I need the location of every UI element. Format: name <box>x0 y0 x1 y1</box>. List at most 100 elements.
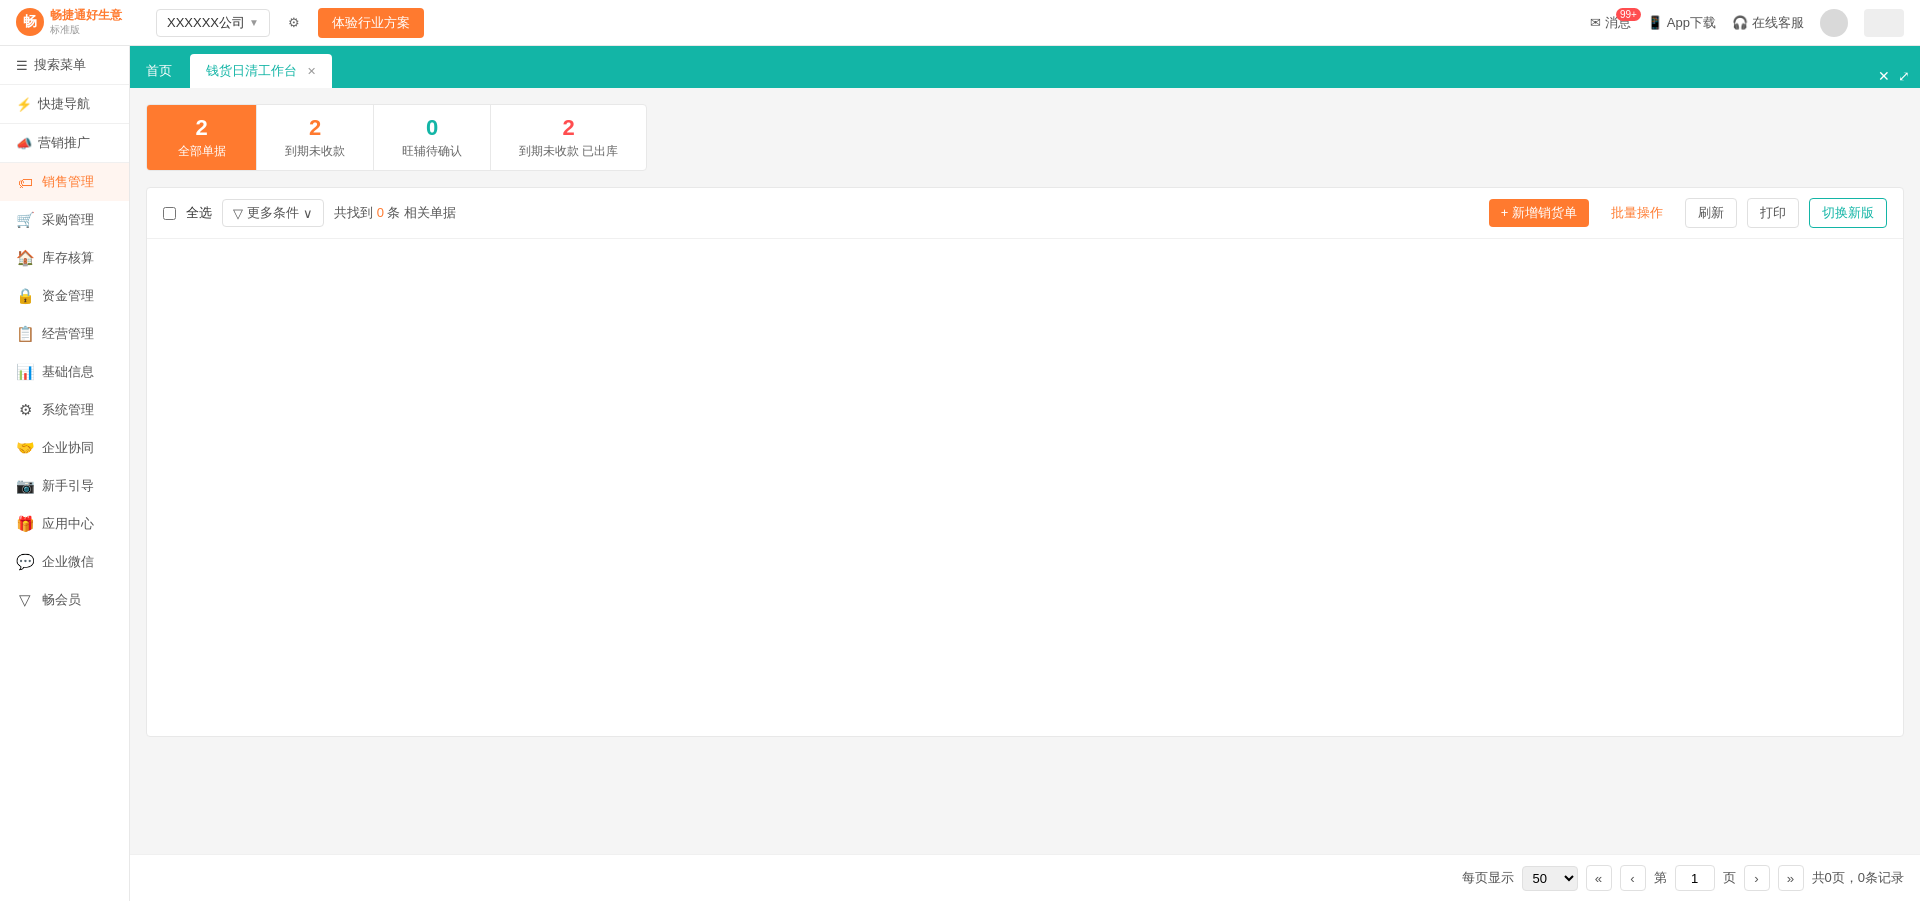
enterprise-icon: 🤝 <box>16 439 34 457</box>
sidebar-item-enterprise[interactable]: 🤝 企业协同 <box>0 429 129 467</box>
toolbar-left: 全选 ▽ 更多条件 ∨ 共找到 0 条 相关单据 <box>163 199 1477 227</box>
quick-nav-icon: ⚡ <box>16 97 32 112</box>
stats-tab-overdue[interactable]: 2 到期未收款 <box>257 105 374 170</box>
app-icon: 📱 <box>1647 15 1663 30</box>
logo-line2: 标准版 <box>50 23 122 37</box>
marketing-btn[interactable]: 📣 营销推广 <box>0 124 129 163</box>
page-label: 第 <box>1654 869 1667 887</box>
service-icon: 🎧 <box>1732 15 1748 30</box>
logo-line1: 畅捷通好生意 <box>50 8 122 22</box>
refresh-btn[interactable]: 刷新 <box>1685 198 1737 228</box>
chevron-icon: ∨ <box>303 206 313 221</box>
switch-version-btn[interactable]: 切换新版 <box>1809 198 1887 228</box>
apps-icon: 🎁 <box>16 515 34 533</box>
company-name: XXXXXX公司 <box>167 14 245 32</box>
sidebar-item-operations[interactable]: 📋 经营管理 <box>0 315 129 353</box>
sidebar-item-wechat[interactable]: 💬 企业微信 <box>0 543 129 581</box>
top-header: 畅 畅捷通好生意 标准版 XXXXXX公司 ▼ ⚙ 体验行业方案 ✉ 消息 99… <box>0 0 1920 46</box>
sidebar-item-finance[interactable]: 🔒 资金管理 <box>0 277 129 315</box>
trial-button[interactable]: 体验行业方案 <box>318 8 424 38</box>
first-page-btn[interactable]: « <box>1586 865 1612 891</box>
stats-shipped-label: 到期未收款 已出库 <box>519 143 618 160</box>
pagination-bar: 每页显示 50 20 100 « ‹ 第 页 › » 共0页，0条记录 <box>130 854 1920 901</box>
stats-tab-shipped[interactable]: 2 到期未收款 已出库 <box>491 105 646 170</box>
guide-icon: 📷 <box>16 477 34 495</box>
marketing-icon: 📣 <box>16 136 32 151</box>
search-icon: ☰ <box>16 58 28 73</box>
message-icon: ✉ <box>1590 15 1601 30</box>
tab-expand-btn[interactable]: ⤢ <box>1898 68 1910 84</box>
online-service-button[interactable]: 🎧 在线客服 <box>1732 14 1804 32</box>
member-icon: ▽ <box>16 591 34 609</box>
tab-home[interactable]: 首页 <box>130 54 188 88</box>
chevron-down-icon: ▼ <box>249 17 259 28</box>
main-content: 2 全部单据 2 到期未收款 0 旺辅待确认 2 到期未收款 已出库 全选 ▽ … <box>130 88 1920 901</box>
search-menu-btn[interactable]: ☰ 搜索菜单 <box>0 46 129 85</box>
stats-all-label: 全部单据 <box>175 143 228 160</box>
tab-close-window-btn[interactable]: ✕ <box>1878 68 1890 84</box>
page-input[interactable] <box>1675 865 1715 891</box>
sidebar-item-system[interactable]: ⚙ 系统管理 <box>0 391 129 429</box>
stats-tab-wangfu[interactable]: 0 旺辅待确认 <box>374 105 491 170</box>
content-panel: 全选 ▽ 更多条件 ∨ 共找到 0 条 相关单据 + 新增销货单 批量操作 刷新… <box>146 187 1904 737</box>
sidebar-item-guide[interactable]: 📷 新手引导 <box>0 467 129 505</box>
stats-wangfu-num: 0 <box>402 115 462 141</box>
select-all-label: 全选 <box>186 204 212 222</box>
purchase-icon: 🛒 <box>16 211 34 229</box>
sidebar-item-member[interactable]: ▽ 畅会员 <box>0 581 129 619</box>
stats-tab-all[interactable]: 2 全部单据 <box>147 105 257 170</box>
sidebar-item-basics[interactable]: 📊 基础信息 <box>0 353 129 391</box>
prev-page-btn[interactable]: ‹ <box>1620 865 1646 891</box>
batch-btn[interactable]: 批量操作 <box>1599 199 1675 227</box>
stats-tabs: 2 全部单据 2 到期未收款 0 旺辅待确认 2 到期未收款 已出库 <box>146 104 647 171</box>
finance-icon: 🔒 <box>16 287 34 305</box>
settings-button[interactable]: ⚙ <box>280 9 308 37</box>
wechat-icon: 💬 <box>16 553 34 571</box>
sidebar-item-apps[interactable]: 🎁 应用中心 <box>0 505 129 543</box>
sidebar-item-inventory[interactable]: 🏠 库存核算 <box>0 239 129 277</box>
avatar[interactable] <box>1820 9 1848 37</box>
message-button[interactable]: ✉ 消息 99+ <box>1590 14 1631 32</box>
per-page-label: 每页显示 <box>1462 869 1514 887</box>
logo-icon: 畅 <box>16 8 44 36</box>
next-page-btn[interactable]: › <box>1744 865 1770 891</box>
gear-icon: ⚙ <box>288 15 300 30</box>
nav-tabs-right: ✕ ⤢ <box>1878 68 1920 88</box>
company-selector[interactable]: XXXXXX公司 ▼ <box>156 9 270 37</box>
tab-workbench[interactable]: 钱货日清工作台 ✕ <box>190 54 332 88</box>
quick-nav-btn[interactable]: ⚡ 快捷导航 <box>0 85 129 124</box>
header-right: ✉ 消息 99+ 📱 App下载 🎧 在线客服 <box>1590 9 1904 37</box>
empty-area <box>147 239 1903 699</box>
more-conditions-btn[interactable]: ▽ 更多条件 ∨ <box>222 199 324 227</box>
total-text: 共0页，0条记录 <box>1812 869 1904 887</box>
sales-icon: 🏷 <box>16 173 34 191</box>
stats-overdue-label: 到期未收款 <box>285 143 345 160</box>
system-icon: ⚙ <box>16 401 34 419</box>
stats-wangfu-label: 旺辅待确认 <box>402 143 462 160</box>
filter-icon: ▽ <box>233 206 243 221</box>
logo-area: 畅 畅捷通好生意 标准版 <box>16 8 146 36</box>
last-page-btn[interactable]: » <box>1778 865 1804 891</box>
toolbar-right: + 新增销货单 批量操作 刷新 打印 切换新版 <box>1489 198 1887 228</box>
per-page-select[interactable]: 50 20 100 <box>1522 866 1578 891</box>
operations-icon: 📋 <box>16 325 34 343</box>
print-btn[interactable]: 打印 <box>1747 198 1799 228</box>
found-text: 共找到 0 条 相关单据 <box>334 204 456 222</box>
app-download-button[interactable]: 📱 App下载 <box>1647 14 1716 32</box>
nav-tabs: 首页 钱货日清工作台 ✕ ✕ ⤢ <box>130 46 1920 88</box>
stats-overdue-num: 2 <box>285 115 345 141</box>
sidebar-item-purchase[interactable]: 🛒 采购管理 <box>0 201 129 239</box>
message-badge: 99+ <box>1616 8 1641 21</box>
sidebar-item-sales[interactable]: 🏷 销售管理 <box>0 163 129 201</box>
stats-all-num: 2 <box>175 115 228 141</box>
page-suffix: 页 <box>1723 869 1736 887</box>
found-num: 0 <box>377 205 384 220</box>
select-all-checkbox[interactable] <box>163 207 176 220</box>
add-sales-btn[interactable]: + 新增销货单 <box>1489 199 1589 227</box>
sidebar: ☰ 搜索菜单 ⚡ 快捷导航 📣 营销推广 🏷 销售管理 🛒 采购管理 🏠 库存核… <box>0 0 130 901</box>
toolbar: 全选 ▽ 更多条件 ∨ 共找到 0 条 相关单据 + 新增销货单 批量操作 刷新… <box>147 188 1903 239</box>
basics-icon: 📊 <box>16 363 34 381</box>
stats-shipped-num: 2 <box>519 115 618 141</box>
user-info[interactable] <box>1864 9 1904 37</box>
tab-close-icon[interactable]: ✕ <box>307 65 316 78</box>
